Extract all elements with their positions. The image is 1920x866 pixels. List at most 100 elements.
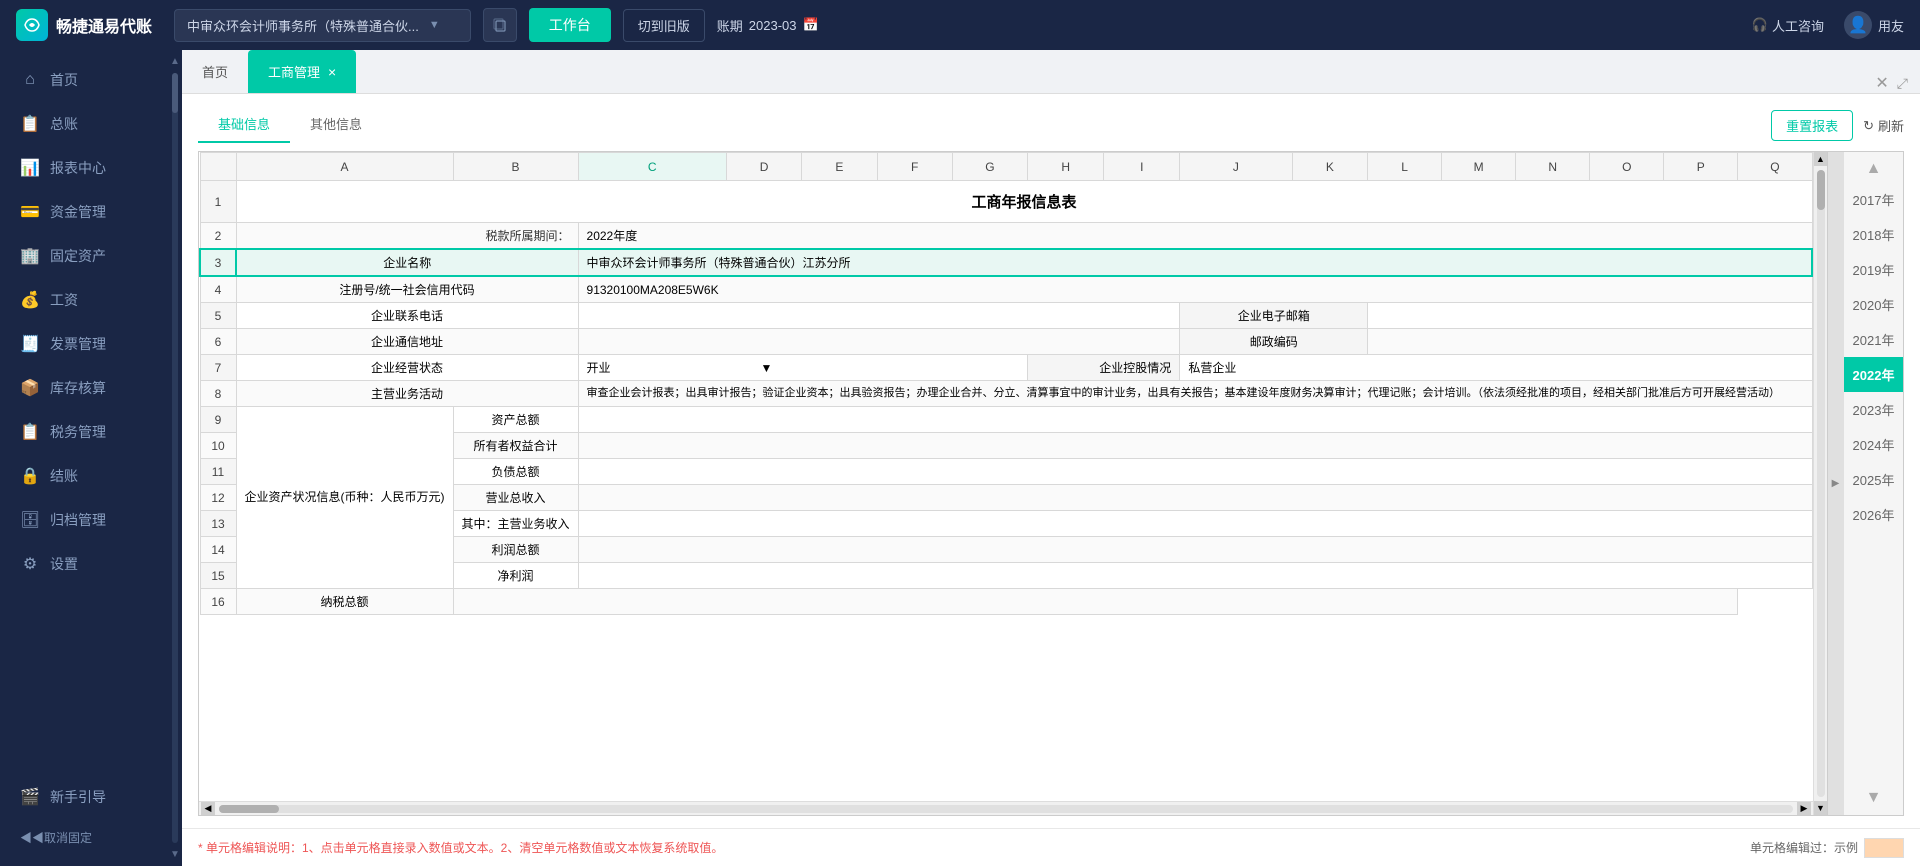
year-item-2021[interactable]: 2021年 xyxy=(1844,322,1903,357)
year-item-2022[interactable]: 2022年 xyxy=(1844,357,1903,392)
cell-4-value[interactable]: 91320100MA208E5W6K xyxy=(578,276,1812,303)
tab-close-icon[interactable]: × xyxy=(328,64,336,80)
unpin-button[interactable]: ◀◀取消固定 xyxy=(0,819,168,856)
sidebar-item-inventory[interactable]: 📦 库存核算 xyxy=(0,366,168,410)
cell-5-phone[interactable] xyxy=(578,303,1180,329)
cell-3-value[interactable]: 中审众环会计师事务所（特殊普通合伙）江苏分所 xyxy=(578,249,1812,276)
calendar-icon[interactable]: 📅 xyxy=(803,17,819,33)
v-scroll-down-button[interactable]: ▼ xyxy=(1814,801,1828,815)
year-item-2023[interactable]: 2023年 xyxy=(1844,392,1903,427)
h-scroll-left-button[interactable]: ◀ xyxy=(201,802,215,816)
company-selector[interactable]: 中审众环会计师事务所（特殊普通合伙... ▼ xyxy=(174,9,471,42)
cell-15-value[interactable] xyxy=(578,563,1812,589)
sidebar-item-label: 结账 xyxy=(50,466,78,486)
sub-tab-other[interactable]: 其他信息 xyxy=(290,106,382,143)
cell-9-value[interactable] xyxy=(578,407,1812,433)
user-area[interactable]: 👤 用友 xyxy=(1844,11,1904,39)
cell-7-status[interactable]: 开业 ▼ xyxy=(578,355,1028,381)
v-scroll-up-button[interactable]: ▲ xyxy=(1814,152,1828,166)
main-layout: ⌂ 首页 📋 总账 📊 报表中心 💳 资金管理 🏢 固定资产 💰 工资 🧾 发票… xyxy=(0,50,1920,866)
cell-asset-header: 企业资产状况信息(币种：人民币万元) xyxy=(236,407,453,589)
sidebar-item-home[interactable]: ⌂ 首页 xyxy=(0,58,168,102)
sidebar-item-ledger[interactable]: 📋 总账 xyxy=(0,102,168,146)
cell-5-email-label: 企业电子邮箱 xyxy=(1180,303,1368,329)
archive-icon: 🗄 xyxy=(20,510,40,530)
cell-6-postcode[interactable] xyxy=(1368,329,1812,355)
year-up-icon[interactable]: ▲ xyxy=(1862,156,1886,182)
row-num-8: 8 xyxy=(200,381,236,407)
row-num-11: 11 xyxy=(200,459,236,485)
sidebar-item-archive[interactable]: 🗄 归档管理 xyxy=(0,498,168,542)
sub-tab-basic-label: 基础信息 xyxy=(218,117,270,132)
year-item-2020[interactable]: 2020年 xyxy=(1844,287,1903,322)
cell-5-email[interactable] xyxy=(1368,303,1812,329)
row-num-12: 12 xyxy=(200,485,236,511)
logo-area: 畅捷通易代账 xyxy=(16,9,152,41)
sidebar-item-close[interactable]: 🔒 结账 xyxy=(0,454,168,498)
col-header-n: N xyxy=(1516,153,1590,181)
period-label: 账期 xyxy=(717,16,743,35)
reset-button[interactable]: 重置报表 xyxy=(1771,110,1853,141)
table-container: A B C D E F G H I J xyxy=(199,152,1813,815)
tab-active-business[interactable]: 工商管理 × xyxy=(248,50,356,93)
cell-6-address[interactable] xyxy=(578,329,1180,355)
sidebar-scroll-down[interactable]: ▼ xyxy=(168,847,182,862)
tab-bar: 首页 工商管理 × ✕ ⤢ xyxy=(182,50,1920,94)
sidebar-item-tax[interactable]: 📋 税务管理 xyxy=(0,410,168,454)
sidebar-item-reports[interactable]: 📊 报表中心 xyxy=(0,146,168,190)
sidebar-item-finance[interactable]: 💳 资金管理 xyxy=(0,190,168,234)
cell-9-label: 资产总额 xyxy=(453,407,578,433)
row-num-5: 5 xyxy=(200,303,236,329)
company-name: 中审众环会计师事务所（特殊普通合伙... xyxy=(187,16,419,35)
cell-10-value[interactable] xyxy=(578,433,1812,459)
right-collapse-panel[interactable]: ▶ xyxy=(1827,152,1843,815)
status-note: * 单元格编辑说明：1、点击单元格直接录入数值或文本。2、清空单元格数值或文本恢… xyxy=(198,839,723,856)
year-panel: ▲ 2017年 2018年 2019年 2020年 2021年 2022年 20… xyxy=(1843,152,1903,815)
cell-8-value[interactable]: 审查企业会计报表；出具审计报告；验证企业资本；出具验资报告；办理企业合并、分立、… xyxy=(578,381,1812,407)
year-item-2019[interactable]: 2019年 xyxy=(1844,252,1903,287)
year-item-2024[interactable]: 2024年 xyxy=(1844,427,1903,462)
copy-button[interactable] xyxy=(483,8,517,42)
sidebar-item-settings[interactable]: ⚙ 设置 xyxy=(0,542,168,586)
year-item-2025[interactable]: 2025年 xyxy=(1844,462,1903,497)
sidebar-item-invoice[interactable]: 🧾 发票管理 xyxy=(0,322,168,366)
top-header: 畅捷通易代账 中审众环会计师事务所（特殊普通合伙... ▼ 工作台 切到旧版 账… xyxy=(0,0,1920,50)
sidebar-item-guide[interactable]: 🎬 新手引导 xyxy=(0,775,168,819)
table-scroll-area[interactable]: A B C D E F G H I J xyxy=(199,152,1813,801)
year-panel-up-nav[interactable]: ▲ xyxy=(1844,156,1903,182)
cell-12-value[interactable] xyxy=(578,485,1812,511)
row-num-14: 14 xyxy=(200,537,236,563)
cell-13-value[interactable] xyxy=(578,511,1812,537)
old-version-button[interactable]: 切到旧版 xyxy=(623,9,705,42)
window-expand-icon[interactable]: ⤢ xyxy=(1897,75,1908,92)
ledger-icon: 📋 xyxy=(20,114,40,134)
sidebar-item-assets[interactable]: 🏢 固定资产 xyxy=(0,234,168,278)
tab-home[interactable]: 首页 xyxy=(182,50,248,93)
table-title-cell[interactable]: 工商年报信息表 xyxy=(236,181,1812,223)
cell-16-value[interactable] xyxy=(453,589,1738,615)
cell-14-label: 利润总额 xyxy=(453,537,578,563)
sidebar-scroll: ▲ ▼ xyxy=(168,50,182,866)
sidebar-item-salary[interactable]: 💰 工资 xyxy=(0,278,168,322)
sidebar-item-label: 新手引导 xyxy=(50,787,106,807)
year-item-2026[interactable]: 2026年 xyxy=(1844,497,1903,532)
workbench-button[interactable]: 工作台 xyxy=(529,8,611,42)
h-scroll-right-button[interactable]: ▶ xyxy=(1797,802,1811,816)
h-scrollbar[interactable]: ◀ ▶ xyxy=(199,801,1813,815)
cell-2-value[interactable]: 2022年度 xyxy=(578,223,1812,250)
cell-7-holding[interactable]: 私营企业 xyxy=(1180,355,1812,381)
subtab-toolbar-row: 基础信息 其他信息 重置报表 ↻ 刷新 xyxy=(198,106,1904,141)
window-close-icon[interactable]: ✕ xyxy=(1875,73,1888,93)
year-item-2017[interactable]: 2017年 xyxy=(1844,182,1903,217)
sidebar-scroll-up[interactable]: ▲ xyxy=(168,54,182,69)
assets-icon: 🏢 xyxy=(20,246,40,266)
cell-14-value[interactable] xyxy=(578,537,1812,563)
sub-tab-basic[interactable]: 基础信息 xyxy=(198,106,290,143)
consult-button[interactable]: 🎧 人工咨询 xyxy=(1752,16,1824,35)
refresh-button[interactable]: ↻ 刷新 xyxy=(1863,116,1904,135)
year-down-icon[interactable]: ▼ xyxy=(1862,785,1886,811)
cell-11-value[interactable] xyxy=(578,459,1812,485)
v-scrollbar[interactable]: ▲ ▼ xyxy=(1813,152,1827,815)
year-item-2018[interactable]: 2018年 xyxy=(1844,217,1903,252)
col-header-j: J xyxy=(1180,153,1292,181)
